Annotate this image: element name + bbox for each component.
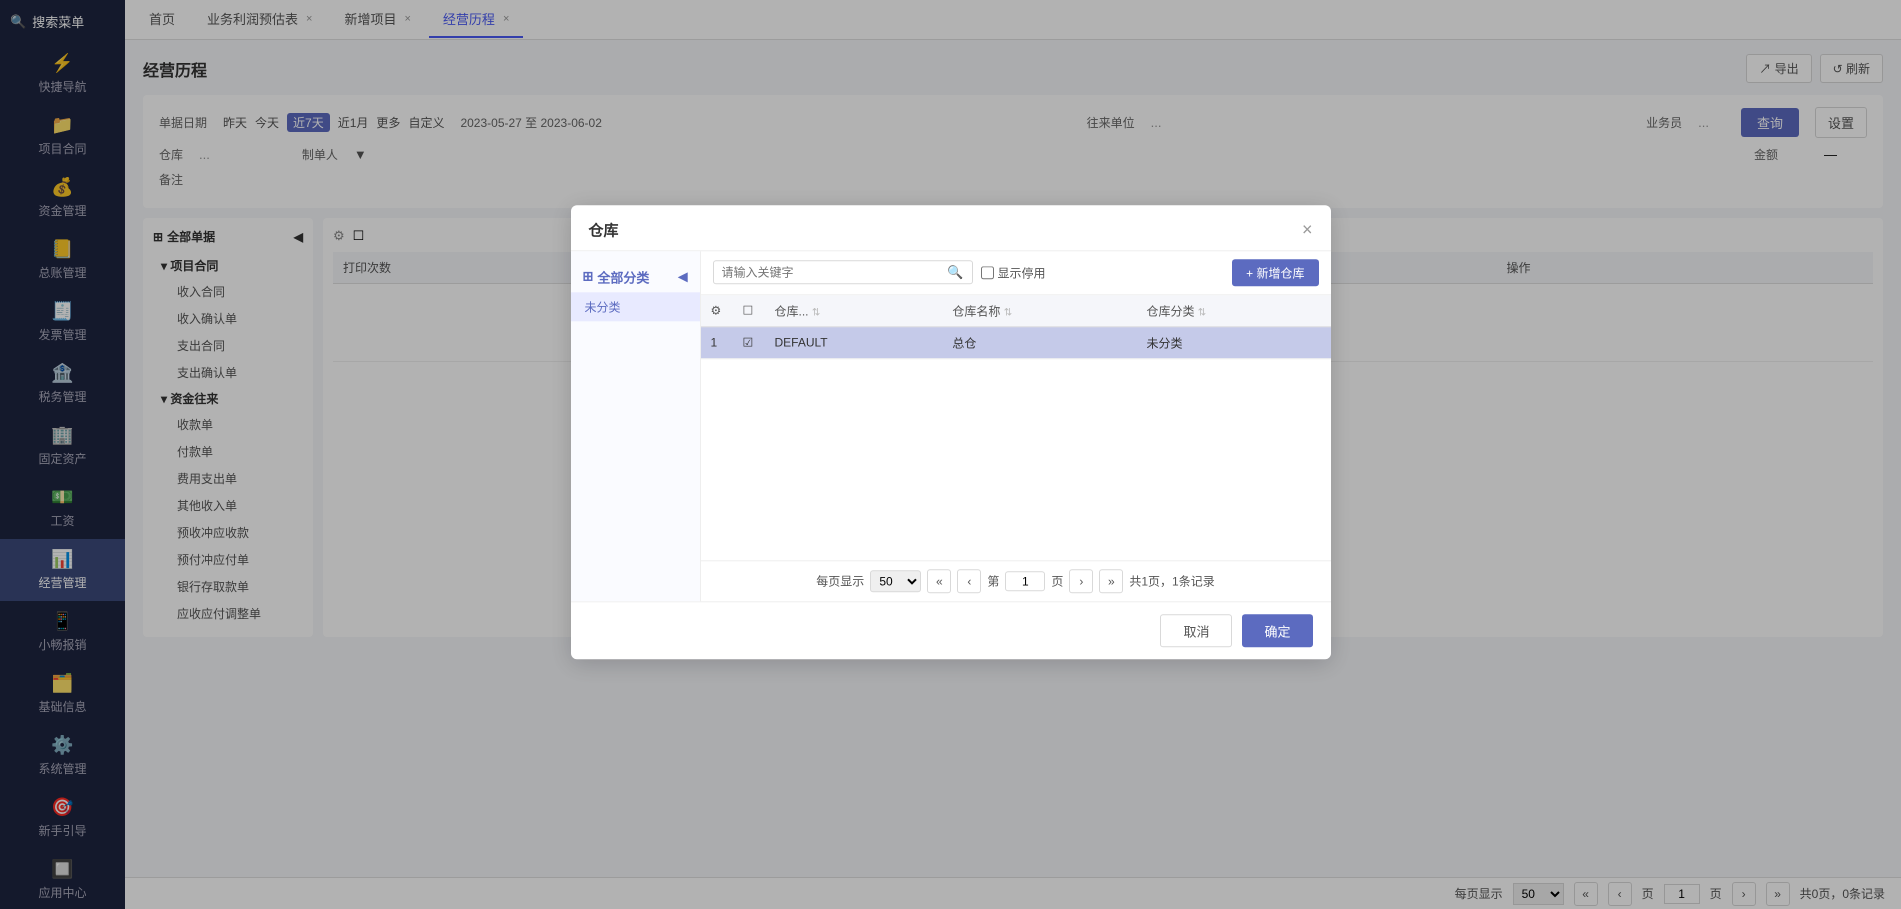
- category-panel: ⊞ 全部分类 ◀ 未分类: [571, 251, 701, 601]
- dialog-per-page-select[interactable]: 50 100: [870, 570, 921, 592]
- sort-icon-code: ⇅: [812, 307, 820, 318]
- dialog-table-container: ⚙ ☐ 仓库... ⇅ 仓库名称 ⇅ 仓库分类: [701, 295, 1331, 560]
- th-category[interactable]: 仓库分类 ⇅: [1136, 295, 1330, 327]
- dialog-page-prefix: 第: [987, 572, 999, 589]
- category-all[interactable]: ⊞ 全部分类 ◀: [571, 261, 700, 292]
- th-gear: ⚙: [701, 295, 733, 327]
- th-name[interactable]: 仓库名称 ⇅: [942, 295, 1136, 327]
- grid-icon-cat: ⊞: [583, 268, 594, 284]
- sort-icon-name: ⇅: [1004, 307, 1012, 318]
- dialog-title: 仓库: [589, 219, 619, 240]
- table-row[interactable]: 1 ☑ DEFAULT 总仓 未分类: [701, 326, 1331, 358]
- sort-icon-category: ⇅: [1198, 307, 1206, 318]
- row-category: 未分类: [1136, 326, 1330, 358]
- show-disabled-checkbox[interactable]: 显示停用: [981, 264, 1046, 281]
- warehouse-dialog: 仓库 × ⊞ 全部分类 ◀ 未分类 🔍 显示停用: [571, 205, 1331, 659]
- dialog-main-panel: 🔍 显示停用 + 新增仓库 ⚙ ☐: [701, 251, 1331, 601]
- cancel-button[interactable]: 取消: [1160, 614, 1232, 647]
- dialog-close-button[interactable]: ×: [1302, 219, 1313, 240]
- dialog-header: 仓库 ×: [571, 205, 1331, 251]
- collapse-cat-icon[interactable]: ◀: [678, 269, 687, 283]
- dialog-total-label: 共1页，1条记录: [1129, 572, 1214, 589]
- dialog-search-icon[interactable]: 🔍: [947, 264, 963, 280]
- dialog-page-input[interactable]: [1005, 571, 1045, 591]
- row-code: DEFAULT: [765, 326, 943, 358]
- category-uncategorized[interactable]: 未分类: [571, 292, 700, 321]
- dialog-prev-page[interactable]: ‹: [957, 569, 981, 593]
- dialog-footer: 取消 确定: [571, 601, 1331, 659]
- warehouse-table: ⚙ ☐ 仓库... ⇅ 仓库名称 ⇅ 仓库分类: [701, 295, 1331, 359]
- dialog-toolbar: 🔍 显示停用 + 新增仓库: [701, 251, 1331, 295]
- confirm-button[interactable]: 确定: [1242, 614, 1312, 647]
- dialog-first-page[interactable]: «: [927, 569, 951, 593]
- dialog-search-box: 🔍: [713, 260, 973, 284]
- row-gear: 1: [701, 326, 733, 358]
- th-code[interactable]: 仓库... ⇅: [765, 295, 943, 327]
- dialog-last-page[interactable]: »: [1099, 569, 1123, 593]
- dialog-next-page[interactable]: ›: [1069, 569, 1093, 593]
- dialog-pagination: 每页显示 50 100 « ‹ 第 页 › » 共1页，1条记录: [701, 560, 1331, 601]
- dialog-per-page-label: 每页显示: [816, 572, 864, 589]
- show-disabled-check[interactable]: [981, 266, 994, 279]
- row-checkbox[interactable]: ☑: [733, 326, 765, 358]
- dialog-page-label: 页: [1051, 572, 1063, 589]
- add-warehouse-button[interactable]: + 新增仓库: [1232, 259, 1318, 286]
- th-checkbox: ☐: [733, 295, 765, 327]
- dialog-body: ⊞ 全部分类 ◀ 未分类 🔍 显示停用 + 新增仓库: [571, 251, 1331, 601]
- row-name: 总仓: [942, 326, 1136, 358]
- dialog-search-input[interactable]: [722, 265, 948, 279]
